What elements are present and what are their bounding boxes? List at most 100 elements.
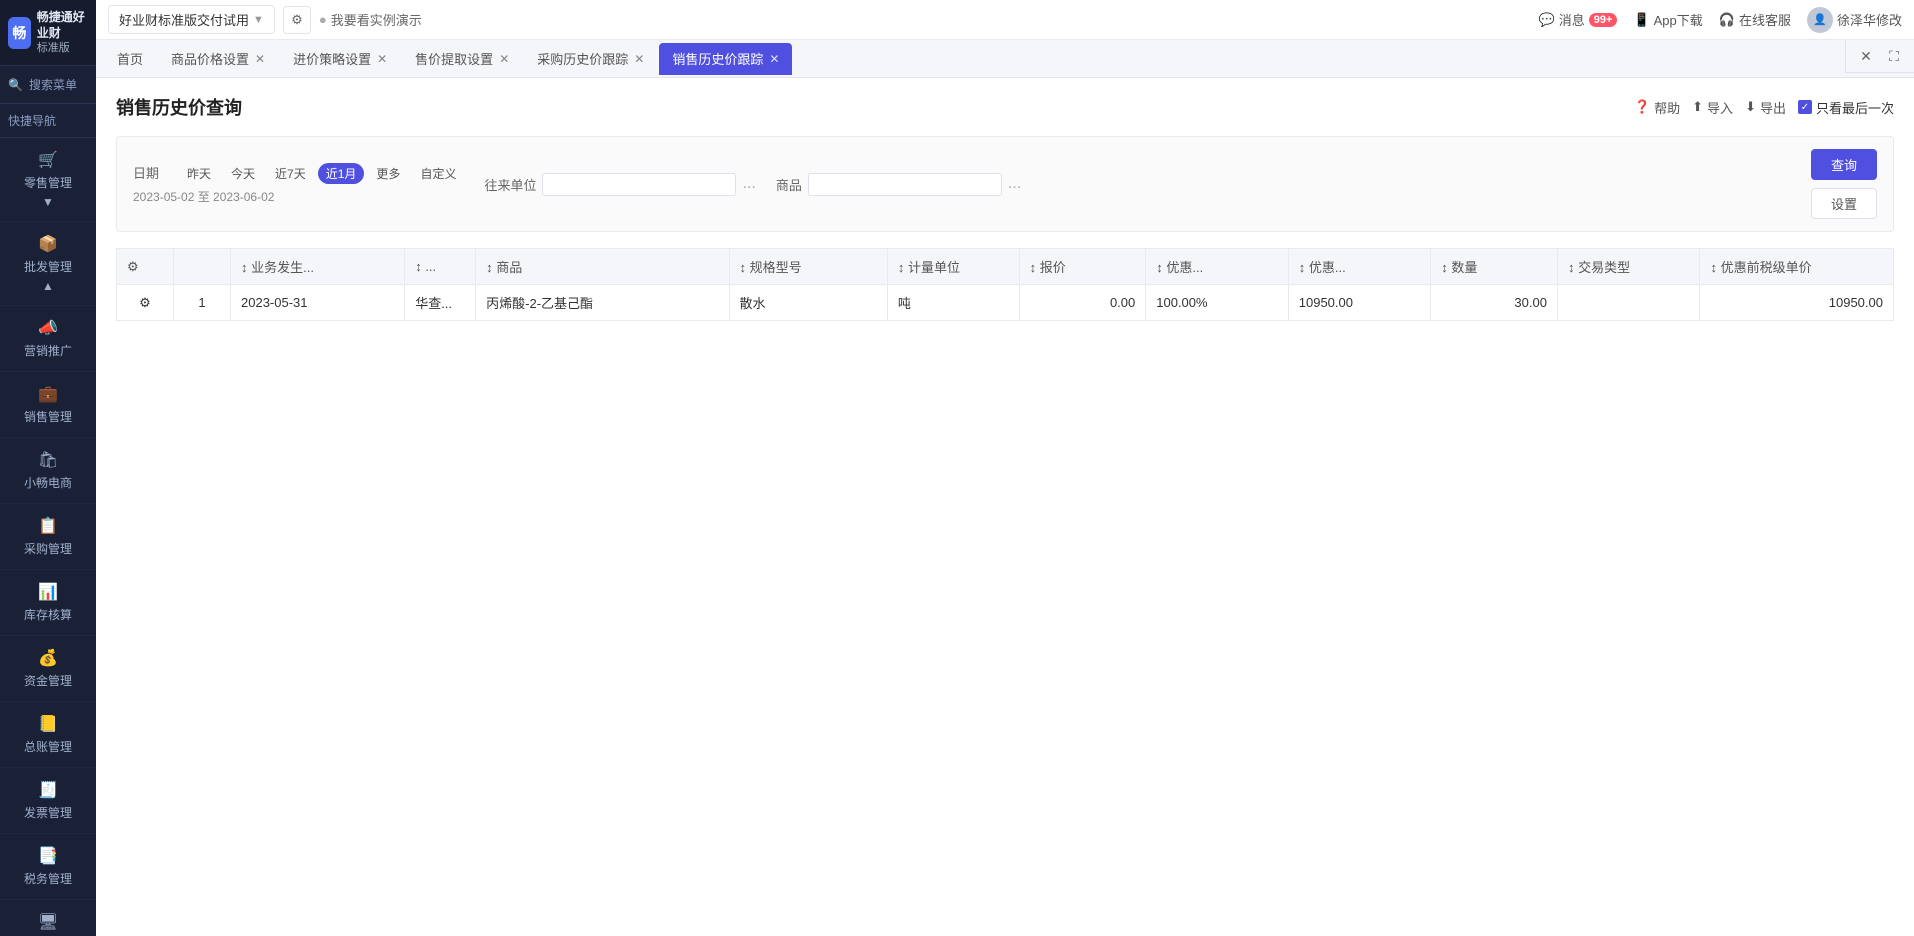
product-label: 商品	[776, 175, 802, 194]
sidebar-item-inventory[interactable]: 📊 库存核算	[0, 570, 96, 636]
sidebar-item-small-ecommerce[interactable]: 🛍 小畅电商	[0, 438, 96, 504]
topbar: 好业财标准版交付试用 ▼ ⚙ ● 我要看实例演示 💬 消息 99+ 📱 App下…	[96, 0, 1914, 40]
demo-link[interactable]: ● 我要看实例演示	[319, 10, 422, 29]
col-header-discount1[interactable]: ↕ 优惠...	[1146, 249, 1289, 285]
col-header-unit[interactable]: ↕ 计量单位	[887, 249, 1019, 285]
date-label: 日期	[133, 163, 159, 182]
col-header-qty[interactable]: ↕ 数量	[1431, 249, 1558, 285]
tab-sales-history[interactable]: 销售历史价跟踪 ✕	[659, 43, 792, 75]
date-option-today[interactable]: 今天	[223, 163, 263, 184]
col-header-trade[interactable]: ↕ 交易类型	[1557, 249, 1700, 285]
col-header-product[interactable]: ↕ 商品	[476, 249, 729, 285]
tab-purchase-strategy-close[interactable]: ✕	[377, 52, 387, 66]
user-profile-btn[interactable]: 👤 徐泽华修改	[1807, 7, 1902, 33]
tab-sale-extract-label: 售价提取设置	[415, 49, 493, 68]
date-option-last1m[interactable]: 近1月	[318, 163, 365, 184]
col-header-date[interactable]: ↕ 业务发生...	[231, 249, 405, 285]
col-header-spec[interactable]: ↕ 规格型号	[729, 249, 887, 285]
sidebar-item-ecommerce[interactable]: 🖥 电商管理	[0, 900, 96, 936]
quick-nav[interactable]: 快捷导航	[0, 104, 96, 138]
ecommerce-icon: 🖥	[38, 912, 58, 932]
export-label: 导出	[1760, 98, 1786, 117]
page-header: 销售历史价查询 ❓ 帮助 ⬆ 导入 ⬇ 导出 ✓ 只看最后一次	[116, 94, 1894, 120]
tab-purchase-history-close[interactable]: ✕	[634, 52, 644, 66]
row-gear[interactable]: ⚙	[117, 285, 174, 321]
only-last-checkbox[interactable]: ✓ 只看最后一次	[1798, 98, 1894, 117]
product-input[interactable]	[808, 173, 1002, 196]
sidebar-item-finance[interactable]: 💰 资金管理	[0, 636, 96, 702]
table-gear-icon[interactable]: ⚙	[127, 259, 139, 274]
sidebar-item-inventory-label: 库存核算	[24, 606, 72, 623]
col-header-extra[interactable]: ↕ ...	[405, 249, 476, 285]
date-option-yesterday[interactable]: 昨天	[179, 163, 219, 184]
tabbar-wrapper: 首页 商品价格设置 ✕ 进价策略设置 ✕ 售价提取设置 ✕ 采购历史价跟踪 ✕ …	[96, 40, 1914, 78]
sidebar-item-marketing[interactable]: 📣 营销推广	[0, 306, 96, 372]
online-service-btn[interactable]: 🎧 在线客服	[1719, 10, 1791, 29]
query-btn[interactable]: 查询	[1811, 149, 1877, 180]
search-menu-label: 搜索菜单	[29, 76, 77, 93]
export-icon: ⬇	[1745, 99, 1756, 115]
messages-btn[interactable]: 💬 消息 99+	[1539, 10, 1618, 29]
close-btn[interactable]: ✕	[1854, 44, 1878, 68]
data-table: ⚙ ↕ 业务发生... ↕ ... ↕ 商品 ↕ 规格型号	[116, 248, 1894, 321]
module-select[interactable]: 好业财标准版交付试用 ▼	[108, 5, 275, 34]
help-btn[interactable]: ❓ 帮助	[1634, 98, 1680, 117]
headset-icon: 🎧	[1719, 12, 1735, 28]
purchase-icon: 📋	[38, 516, 58, 536]
search-menu[interactable]: 🔍 搜索菜单	[0, 66, 96, 104]
sidebar-item-retail[interactable]: 🛒 零售管理 ▼	[0, 138, 96, 222]
row-spec: 散水	[729, 285, 887, 321]
app-download-btn[interactable]: 📱 App下载	[1633, 10, 1702, 29]
col-header-discount2[interactable]: ↕ 优惠...	[1288, 249, 1431, 285]
small-ecommerce-icon: 🛍	[38, 450, 58, 470]
user-name-label: 徐泽华修改	[1837, 10, 1902, 29]
filter-buttons: 查询 设置	[1811, 149, 1877, 219]
messages-badge: 99+	[1589, 13, 1618, 27]
tab-sale-extract[interactable]: 售价提取设置 ✕	[402, 43, 522, 75]
topbar-right: 💬 消息 99+ 📱 App下载 🎧 在线客服 👤 徐泽华修改	[1539, 7, 1902, 33]
sidebar-item-purchase[interactable]: 📋 采购管理	[0, 504, 96, 570]
tab-sale-extract-close[interactable]: ✕	[499, 52, 509, 66]
quick-nav-label: 快捷导航	[8, 114, 56, 128]
import-btn[interactable]: ⬆ 导入	[1692, 98, 1733, 117]
export-btn[interactable]: ⬇ 导出	[1745, 98, 1786, 117]
source-input[interactable]	[542, 173, 736, 196]
filter-settings-btn[interactable]: 设置	[1811, 188, 1877, 219]
product-filter-group: 商品 ...	[776, 173, 1021, 196]
only-last-label: 只看最后一次	[1816, 98, 1894, 117]
date-range-display: 2023-05-02 至 2023-06-02	[133, 188, 464, 205]
row-discount2: 10950.00	[1288, 285, 1431, 321]
topbar-settings-btn[interactable]: ⚙	[283, 6, 311, 34]
sidebar-item-tax[interactable]: 📑 税务管理	[0, 834, 96, 900]
module-select-label: 好业财标准版交付试用	[119, 10, 249, 29]
tab-product-price[interactable]: 商品价格设置 ✕	[158, 43, 278, 75]
sidebar-item-ledger[interactable]: 📒 总账管理	[0, 702, 96, 768]
tab-home[interactable]: 首页	[104, 43, 156, 75]
col-header-pretax[interactable]: ↕ 优惠前税级单价	[1700, 249, 1894, 285]
date-option-more[interactable]: 更多	[368, 163, 408, 184]
source-dots-btn[interactable]: ...	[742, 175, 755, 193]
retail-icon: 🛒	[38, 150, 58, 170]
tab-purchase-strategy-label: 进价策略设置	[293, 49, 371, 68]
col-header-price[interactable]: ↕ 报价	[1019, 249, 1146, 285]
tab-product-price-close[interactable]: ✕	[255, 52, 265, 66]
sidebar-item-sales[interactable]: 💼 销售管理	[0, 372, 96, 438]
tab-sales-history-close[interactable]: ✕	[769, 52, 779, 66]
tab-purchase-history-label: 采购历史价跟踪	[537, 49, 628, 68]
row-trade	[1557, 285, 1700, 321]
sidebar-item-wholesale[interactable]: 📦 批发管理 ▲	[0, 222, 96, 306]
checkbox-icon: ✓	[1798, 100, 1812, 114]
sidebar: 畅 畅捷通好业财 标准版 🔍 搜索菜单 快捷导航 🛒 零售管理 ▼ 📦 批发管理…	[0, 0, 96, 936]
sidebar-item-invoice[interactable]: 🧾 发票管理	[0, 768, 96, 834]
app-download-label: App下载	[1654, 10, 1703, 29]
maximize-btn[interactable]: ⛶	[1882, 44, 1906, 68]
product-dots-btn[interactable]: ...	[1008, 175, 1021, 193]
content-area: 销售历史价查询 ❓ 帮助 ⬆ 导入 ⬇ 导出 ✓ 只看最后一次	[96, 78, 1914, 936]
sidebar-item-sales-label: 销售管理	[24, 408, 72, 425]
tab-purchase-strategy[interactable]: 进价策略设置 ✕	[280, 43, 400, 75]
row-price: 0.00	[1019, 285, 1146, 321]
tab-purchase-history[interactable]: 采购历史价跟踪 ✕	[524, 43, 657, 75]
search-icon: 🔍	[8, 78, 23, 92]
date-option-last7[interactable]: 近7天	[267, 163, 314, 184]
date-option-custom[interactable]: 自定义	[412, 163, 464, 184]
